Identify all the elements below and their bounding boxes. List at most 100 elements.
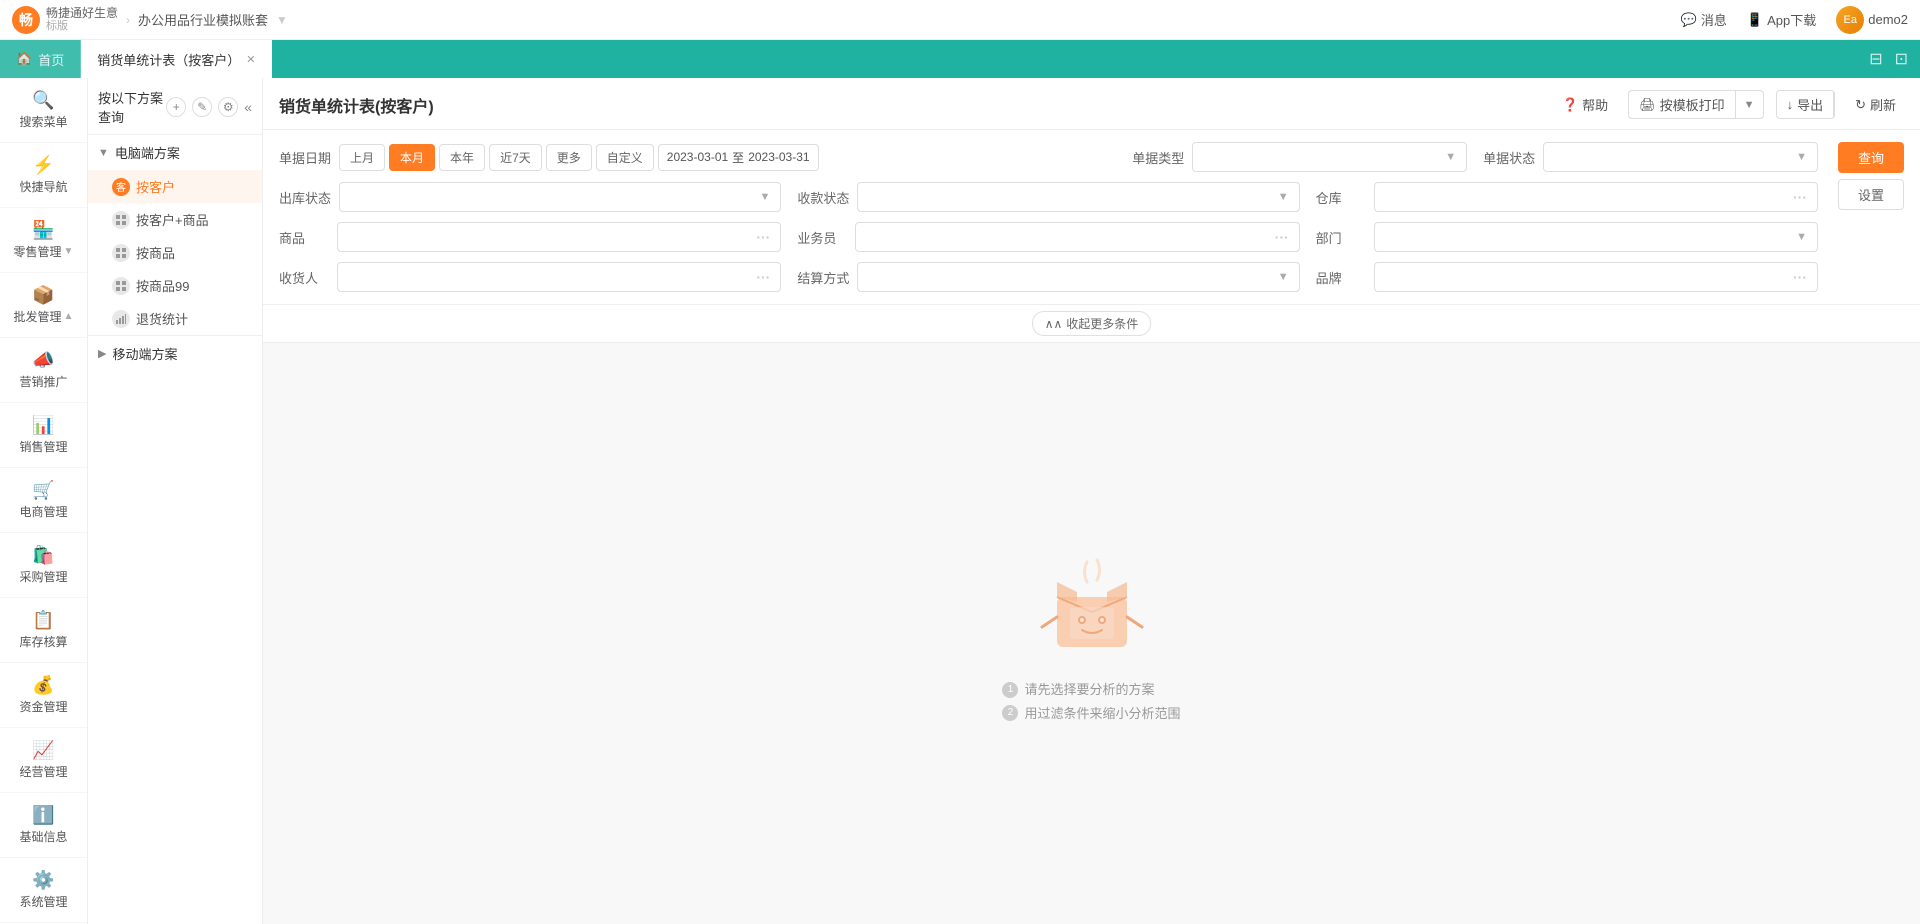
sidebar-item-inventory[interactable]: 📋 库存核算 [0,598,87,663]
print-dropdown-btn[interactable]: ▼ [1736,95,1763,115]
tip-num-1: 1 [1002,682,1018,698]
product-dots-icon: ··· [756,229,770,245]
plan-edit-btn[interactable]: ✎ [192,97,212,117]
payment-status-control[interactable]: ▼ [857,182,1299,212]
message-btn[interactable]: 💬 消息 [1681,10,1727,29]
plan-item-by-customer[interactable]: 客 按客户 [88,170,262,203]
date-range-input[interactable]: 2023-03-01 至 2023-03-31 [658,144,819,171]
refresh-btn[interactable]: ↻ 刷新 [1847,91,1904,118]
filter-department-item: 部门 ▼ [1316,222,1818,252]
receiver-dots-icon: ··· [756,269,770,285]
plan-settings-btn[interactable]: ⚙ [218,97,238,117]
product-label: 商品 [279,228,329,247]
filter-product-item: 商品 ··· [279,222,781,252]
plan-add-btn[interactable]: + [166,97,186,117]
tab-bar: 🏠 首页 销货单统计表（按客户） ✕ ⊟ ⊡ [0,40,1920,78]
receiver-control[interactable]: ··· [337,262,781,292]
sidebar-item-wholesale[interactable]: 📦 批发管理 ▲ [0,273,87,338]
plan-group-desktop: ▼ 电脑端方案 客 按客户 按客户+商品 按商品 [88,135,262,335]
tab-minimize-btn[interactable]: ⊟ [1865,45,1886,73]
filter-out-status-item: 出库状态 ▼ [279,182,781,212]
sidebar-item-procurement[interactable]: 🛍️ 采购管理 [0,533,87,598]
filter-row-2: 出库状态 ▼ 收款状态 ▼ [279,182,1818,212]
settings-btn[interactable]: 设置 [1838,179,1904,210]
out-status-control[interactable]: ▼ [339,182,781,212]
date-prev-month-btn[interactable]: 上月 [339,144,385,171]
filter-receiver-item: 收货人 ··· [279,262,781,292]
receiver-label: 收货人 [279,268,329,287]
filter-row-3: 商品 ··· 业务员 ··· [279,222,1818,252]
tab-home[interactable]: 🏠 首页 [0,40,81,78]
date-last7-btn[interactable]: 近7天 [489,144,542,171]
filter-payment-status-item: 收款状态 ▼ [797,182,1299,212]
payment-status-arrow-icon: ▼ [1278,191,1289,203]
date-more-btn[interactable]: 更多 [546,144,592,171]
export-icon: ↓ [1787,97,1794,112]
filter-row-1: 单据日期 上月 本月 本年 近7天 更多 自定义 2023-03-01 [279,142,1818,172]
collapse-more-btn[interactable]: ∧∧ 收起更多条件 [1032,311,1152,336]
warehouse-control[interactable]: ··· [1374,182,1818,212]
group-arrow-icon: ▼ [98,147,109,159]
help-btn[interactable]: ❓ 帮助 [1554,91,1616,118]
plan-item-by-product[interactable]: 按商品 [88,236,262,269]
date-this-month-btn[interactable]: 本月 [389,144,435,171]
print-btn[interactable]: 🖨 按模板打印 [1629,91,1736,118]
plan-item-icon-product [112,244,130,262]
page-header: 销货单统计表(按客户) ❓ 帮助 🖨 按模板打印 ▼ [263,78,1920,130]
warehouse-dots-icon: ··· [1793,189,1807,205]
user-area[interactable]: Ea demo2 [1836,6,1908,34]
app-icon: 📱 [1747,12,1763,28]
plan-collapse-btn[interactable]: « [244,99,252,115]
plan-group-desktop-header[interactable]: ▼ 电脑端方案 [88,135,262,170]
sidebar-item-operations[interactable]: 📈 经营管理 [0,728,87,793]
plan-item-product-99[interactable]: 按商品99 [88,269,262,302]
plan-item-customer-product[interactable]: 按客户+商品 [88,203,262,236]
doc-status-label: 单据状态 [1483,148,1535,167]
filter-salesperson-item: 业务员 ··· [797,222,1299,252]
plan-item-icon-return [112,310,130,328]
sidebar-item-system[interactable]: ⚙️ 系统管理 [0,858,87,923]
doc-type-control[interactable]: ▼ [1192,142,1467,172]
collapse-row: ∧∧ 收起更多条件 [263,305,1920,343]
home-icon: 🏠 [16,51,32,67]
page-title: 销货单统计表(按客户) [279,93,434,117]
tab-maximize-btn[interactable]: ⊡ [1891,45,1912,73]
refresh-icon: ↻ [1855,97,1866,113]
wholesale-arrow: ▲ [64,311,74,322]
plan-item-icon-customer: 客 [112,178,130,196]
doc-status-control[interactable]: ▼ [1543,142,1818,172]
sidebar-item-finance[interactable]: 💰 资金管理 [0,663,87,728]
settlement-arrow-icon: ▼ [1278,271,1289,283]
tip-num-2: 2 [1002,705,1018,721]
date-controls: 上月 本月 本年 近7天 更多 自定义 2023-03-01 至 [339,144,1116,171]
app-download-btn[interactable]: 📱 App下载 [1747,10,1816,29]
out-status-label: 出库状态 [279,188,331,207]
date-this-year-btn[interactable]: 本年 [439,144,485,171]
settlement-control[interactable]: ▼ [857,262,1299,292]
tab-sales-stats[interactable]: 销货单统计表（按客户） ✕ [81,40,272,78]
tip-item-1: 1 请先选择要分析的方案 [1002,678,1180,701]
tab-bar-actions: ⊟ ⊡ [1865,45,1920,73]
plan-group-mobile-header[interactable]: ▶ 移动端方案 [88,335,262,371]
tab-close-icon[interactable]: ✕ [246,53,255,66]
sidebar-item-marketing[interactable]: 📣 营销推广 [0,338,87,403]
plan-item-icon-product-99 [112,277,130,295]
finance-icon: 💰 [6,675,81,696]
sidebar-item-basic-info[interactable]: ℹ️ 基础信息 [0,793,87,858]
breadcrumb-arrow: ▼ [276,13,288,27]
sidebar-item-sales[interactable]: 📊 销售管理 [0,403,87,468]
department-control[interactable]: ▼ [1374,222,1818,252]
ecommerce-icon: 🛒 [6,480,81,501]
sidebar-item-quick-nav[interactable]: ⚡ 快捷导航 [0,143,87,208]
plan-item-return-stats[interactable]: 退货统计 [88,302,262,335]
sidebar-item-retail[interactable]: 🏪 零售管理 ▼ [0,208,87,273]
sidebar-item-ecommerce[interactable]: 🛒 电商管理 [0,468,87,533]
export-btn[interactable]: ↓ 导出 [1777,91,1835,118]
product-control[interactable]: ··· [337,222,781,252]
query-btn[interactable]: 查询 [1838,142,1904,173]
brand-control[interactable]: ··· [1374,262,1818,292]
salesperson-control[interactable]: ··· [855,222,1299,252]
empty-state: 1 请先选择要分析的方案 2 用过滤条件来缩小分析范围 [263,343,1920,924]
sidebar-item-search-menu[interactable]: 🔍 搜索菜单 [0,78,87,143]
date-custom-btn[interactable]: 自定义 [596,144,654,171]
